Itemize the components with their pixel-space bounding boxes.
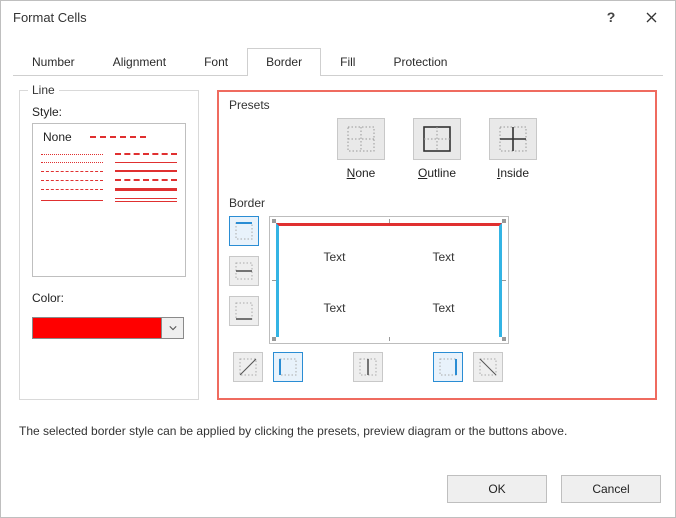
tab-font[interactable]: Font [185, 48, 247, 76]
border-top-button[interactable] [229, 216, 259, 246]
preview-cell: Text [280, 282, 389, 333]
color-dropdown-button[interactable] [162, 317, 184, 339]
color-swatch [32, 317, 162, 339]
style-swatch [41, 200, 103, 201]
preview-cell: Text [280, 231, 389, 282]
border-vmiddle-button[interactable] [353, 352, 383, 382]
dialog-footer: OK Cancel [447, 475, 661, 503]
dialog-title: Format Cells [13, 10, 591, 25]
preset-outline[interactable]: Outline [413, 118, 461, 180]
style-row[interactable] [41, 170, 177, 172]
border-left-icon [278, 357, 298, 377]
presets-legend: Presets [229, 98, 645, 112]
style-swatch [41, 162, 103, 163]
preset-none[interactable]: None [337, 118, 385, 180]
color-label: Color: [32, 291, 186, 305]
preview-cell: Text [389, 282, 498, 333]
style-row[interactable] [41, 179, 177, 181]
border-panel-highlight: Presets None [217, 90, 657, 400]
preset-inside-label: Inside [497, 166, 529, 180]
style-none-label: None [43, 130, 72, 144]
border-bottom-icon [234, 301, 254, 321]
line-legend: Line [28, 83, 59, 97]
hint-text: The selected border style can be applied… [19, 424, 657, 438]
style-swatch [41, 154, 103, 155]
border-legend: Border [229, 196, 645, 210]
style-swatch [115, 153, 177, 155]
preset-inside-button[interactable] [489, 118, 537, 160]
preset-outline-label: Outline [418, 166, 456, 180]
border-hmiddle-button[interactable] [229, 256, 259, 286]
preset-outline-icon [422, 125, 452, 153]
style-listbox[interactable]: None [32, 123, 186, 277]
close-button[interactable] [631, 2, 671, 32]
tabstrip: Number Alignment Font Border Fill Protec… [13, 47, 663, 76]
tab-border[interactable]: Border [247, 48, 321, 76]
border-diag-down-icon [478, 357, 498, 377]
style-none-row[interactable]: None [41, 130, 177, 146]
style-row[interactable] [41, 188, 177, 191]
help-button[interactable]: ? [591, 2, 631, 32]
border-bottom-buttons [229, 352, 645, 382]
dialog-body: Line Style: None Color: [1, 76, 675, 410]
tab-alignment[interactable]: Alignment [94, 48, 185, 76]
border-preview[interactable]: Text Text Text Text [269, 216, 509, 344]
border-left-button[interactable] [273, 352, 303, 382]
color-picker[interactable] [32, 317, 186, 339]
style-swatch [41, 171, 103, 172]
preview-cells: Text Text Text Text [280, 231, 498, 333]
tab-protection[interactable]: Protection [374, 48, 466, 76]
ok-button[interactable]: OK [447, 475, 547, 503]
style-label: Style: [32, 105, 186, 119]
cancel-button[interactable]: Cancel [561, 475, 661, 503]
tab-fill[interactable]: Fill [321, 48, 374, 76]
presets-group: Presets None [229, 98, 645, 196]
border-hmiddle-icon [234, 261, 254, 281]
chevron-down-icon [169, 324, 177, 332]
style-row[interactable] [41, 162, 177, 163]
preset-none-button[interactable] [337, 118, 385, 160]
style-swatch [115, 198, 177, 202]
style-swatch [90, 136, 150, 138]
style-row[interactable] [41, 153, 177, 155]
style-swatch [115, 162, 177, 163]
border-diag-up-button[interactable] [233, 352, 263, 382]
border-bottom-button[interactable] [229, 296, 259, 326]
line-group: Line Style: None Color: [19, 90, 199, 400]
border-diag-down-button[interactable] [473, 352, 503, 382]
preset-inside[interactable]: Inside [489, 118, 537, 180]
border-vmiddle-icon [358, 357, 378, 377]
style-swatch [41, 180, 103, 181]
preset-inside-icon [498, 125, 528, 153]
format-cells-dialog: Format Cells ? Number Alignment Font Bor… [0, 0, 676, 518]
preview-cell: Text [389, 231, 498, 282]
style-row[interactable] [41, 198, 177, 202]
border-group: Border [229, 196, 645, 388]
style-swatch [41, 189, 103, 190]
titlebar: Format Cells ? [1, 1, 675, 33]
border-top-icon [234, 221, 254, 241]
close-icon [646, 12, 657, 23]
preset-none-icon [346, 125, 376, 153]
border-right-icon [438, 357, 458, 377]
preset-none-label: None [347, 166, 376, 180]
preset-outline-button[interactable] [413, 118, 461, 160]
style-swatch [115, 188, 177, 191]
style-swatch [115, 179, 177, 181]
style-swatch [115, 170, 177, 172]
tab-number[interactable]: Number [13, 48, 94, 76]
border-side-buttons [229, 216, 259, 344]
border-diag-up-icon [238, 357, 258, 377]
border-right-button[interactable] [433, 352, 463, 382]
